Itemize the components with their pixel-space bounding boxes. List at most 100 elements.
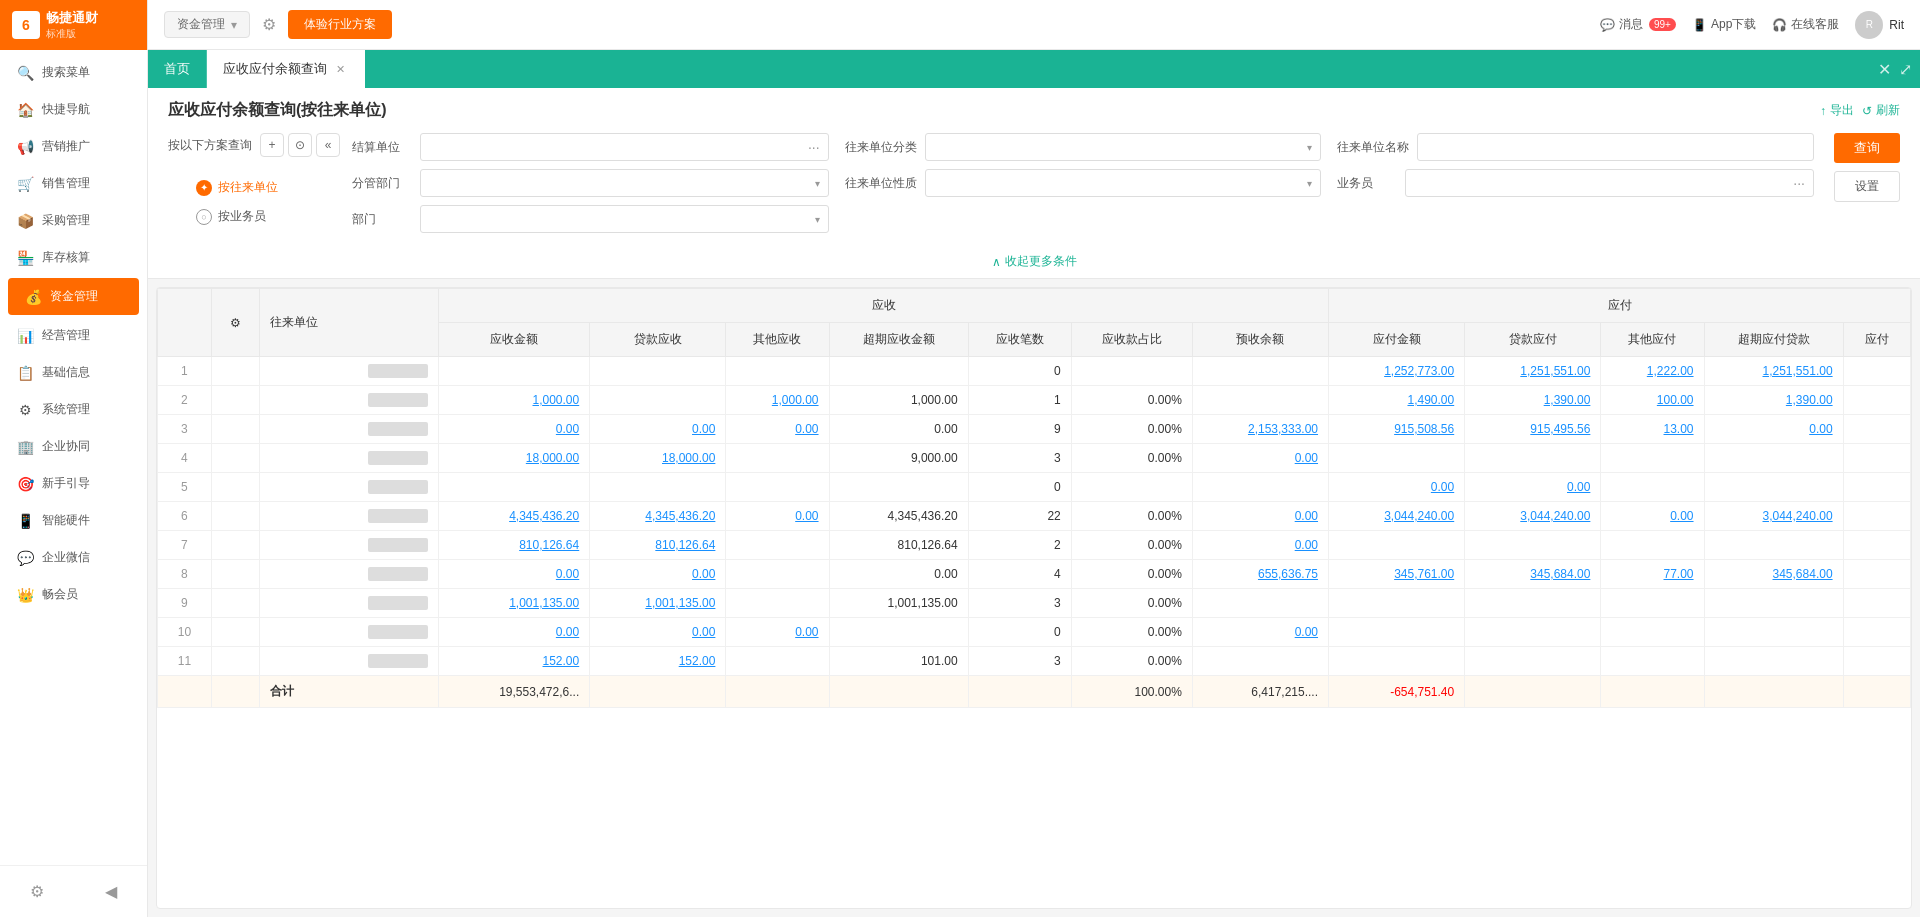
field-salesperson[interactable]: ··· (1405, 169, 1814, 197)
sidebar-item-hardware[interactable]: 📱 智能硬件 (0, 502, 147, 539)
sidebar-item-system[interactable]: ⚙ 系统管理 (0, 391, 147, 428)
table-row: 11 152.00 152.00 101.00 3 0.00% (158, 647, 1911, 676)
cell-settings (211, 386, 259, 415)
tabbar: 首页 应收应付余额查询 ✕ ✕ ⤢ (148, 50, 1920, 88)
collapse-sidebar-btn[interactable]: ◀ (99, 876, 123, 907)
cell-settings (211, 502, 259, 531)
topbar: 资金管理 ▾ ⚙ 体验行业方案 💬 消息 99+ 📱 App下载 🎧 在线客服 … (148, 0, 1920, 50)
add-filter-btn[interactable]: + (260, 133, 284, 157)
sidebar-label-shortcut: 快捷导航 (42, 101, 90, 118)
query-button[interactable]: 查询 (1834, 133, 1900, 163)
collapse-filter-btn[interactable]: « (316, 133, 340, 157)
filter-row-settlement: 结算单位 ··· (352, 133, 829, 161)
th-settings[interactable]: ⚙ (211, 289, 259, 357)
solution-button[interactable]: 体验行业方案 (288, 10, 392, 39)
cell-recv-overdue: 9,000.00 (829, 444, 968, 473)
sidebar-item-enterprise[interactable]: 🏢 企业协同 (0, 428, 147, 465)
cell-recv-prepay (1192, 647, 1328, 676)
footer-recv-other (726, 676, 829, 708)
cell-pay-amount: 3,044,240.00 (1329, 502, 1465, 531)
cell-recv-prepay (1192, 357, 1328, 386)
user-info[interactable]: R Rit (1855, 11, 1904, 39)
user-avatar: R (1855, 11, 1883, 39)
cell-no: 2 (158, 386, 212, 415)
service-icon: 🎧 (1772, 18, 1787, 32)
collapse-more-row[interactable]: ∧ 收起更多条件 (168, 245, 1900, 278)
sidebar-item-sales[interactable]: 🛒 销售管理 (0, 165, 147, 202)
online-service-btn[interactable]: 🎧 在线客服 (1772, 16, 1839, 33)
sidebar-item-member[interactable]: 👑 畅会员 (0, 576, 147, 613)
sidebar-item-shortcut[interactable]: 🏠 快捷导航 (0, 91, 147, 128)
topbar-right: 💬 消息 99+ 📱 App下载 🎧 在线客服 R Rit (1600, 11, 1904, 39)
th-recv-prepay: 预收余额 (1192, 323, 1328, 357)
cell-no: 9 (158, 589, 212, 618)
expand-btn[interactable]: ⤢ (1899, 60, 1912, 79)
sidebar-item-inventory[interactable]: 🏪 库存核算 (0, 239, 147, 276)
cell-no: 5 (158, 473, 212, 502)
cell-pay-loan: 3,044,240.00 (1465, 502, 1601, 531)
field-department[interactable]: ▾ (420, 205, 829, 233)
cell-recv-ratio: 0.00% (1071, 531, 1192, 560)
scheme-unit[interactable]: ✦ 按往来单位 (188, 175, 340, 200)
sidebar-label-hardware: 智能硬件 (42, 512, 90, 529)
sidebar-item-basic[interactable]: 📋 基础信息 (0, 354, 147, 391)
breadcrumb-text: 资金管理 (177, 16, 225, 33)
breadcrumb-arrow[interactable]: ▾ (231, 18, 237, 32)
tab-query[interactable]: 应收应付余额查询 ✕ (207, 50, 365, 88)
export-btn[interactable]: ↑ 导出 (1820, 102, 1854, 119)
cell-recv-count: 3 (968, 444, 1071, 473)
cell-recv-count: 3 (968, 647, 1071, 676)
cell-recv-prepay: 0.00 (1192, 618, 1328, 647)
collapse-label: 收起更多条件 (1005, 253, 1077, 270)
cell-recv-overdue (829, 473, 968, 502)
tab-close-btn[interactable]: ✕ (333, 62, 348, 77)
cell-no: 11 (158, 647, 212, 676)
th-payable-group: 应付 (1329, 289, 1911, 323)
field-name[interactable] (1417, 133, 1814, 161)
tab-home[interactable]: 首页 (148, 50, 207, 88)
th-recv-loan: 贷款应收 (590, 323, 726, 357)
search-icon: 🔍 (16, 65, 34, 81)
cell-recv-overdue (829, 357, 968, 386)
set-button[interactable]: 设置 (1834, 171, 1900, 202)
refresh-btn[interactable]: ↺ 刷新 (1862, 102, 1900, 119)
field-category[interactable]: ▾ (925, 133, 1322, 161)
export-icon: ↑ (1820, 104, 1826, 118)
sidebar-item-guide[interactable]: 🎯 新手引导 (0, 465, 147, 502)
field-dept[interactable]: ▾ (420, 169, 829, 197)
cell-recv-overdue: 0.00 (829, 560, 968, 589)
sidebar-item-marketing[interactable]: 📢 营销推广 (0, 128, 147, 165)
messages-btn[interactable]: 💬 消息 99+ (1600, 16, 1676, 33)
cell-recv-prepay (1192, 589, 1328, 618)
app-download-btn[interactable]: 📱 App下载 (1692, 16, 1756, 33)
cell-no: 10 (158, 618, 212, 647)
cell-recv-ratio: 0.00% (1071, 415, 1192, 444)
cell-recv-count: 0 (968, 618, 1071, 647)
cell-recv-amount: 0.00 (439, 618, 590, 647)
topbar-settings-icon[interactable]: ⚙ (262, 15, 276, 34)
sidebar-item-finance[interactable]: 💰 资金管理 (8, 278, 139, 315)
cell-pay-other (1601, 589, 1704, 618)
sidebar-item-wechat[interactable]: 💬 企业微信 (0, 539, 147, 576)
cell-pay-amount: 1,490.00 (1329, 386, 1465, 415)
messages-label: 消息 (1619, 16, 1643, 33)
message-icon: 💬 (1600, 18, 1615, 32)
edit-filter-btn[interactable]: ⊙ (288, 133, 312, 157)
cell-pay-overdue (1704, 531, 1843, 560)
field-nature[interactable]: ▾ (925, 169, 1322, 197)
sidebar-item-purchase[interactable]: 📦 采购管理 (0, 202, 147, 239)
cell-recv-loan: 0.00 (590, 618, 726, 647)
sidebar-item-search[interactable]: 🔍 搜索菜单 (0, 54, 147, 91)
footer-pay-other (1601, 676, 1704, 708)
field-settlement[interactable]: ··· (420, 133, 829, 161)
cell-recv-other: 1,000.00 (726, 386, 829, 415)
sidebar-item-operations[interactable]: 📊 经营管理 (0, 317, 147, 354)
cell-recv-ratio: 0.00% (1071, 560, 1192, 589)
scheme-staff[interactable]: ○ 按业务员 (188, 204, 340, 229)
cell-recv-count: 0 (968, 473, 1071, 502)
close-window-btn[interactable]: ✕ (1878, 60, 1891, 79)
settings-footer-btn[interactable]: ⚙ (24, 876, 50, 907)
cell-pay-last (1843, 415, 1910, 444)
service-label: 在线客服 (1791, 16, 1839, 33)
filter-row-name: 往来单位名称 (1337, 133, 1814, 161)
